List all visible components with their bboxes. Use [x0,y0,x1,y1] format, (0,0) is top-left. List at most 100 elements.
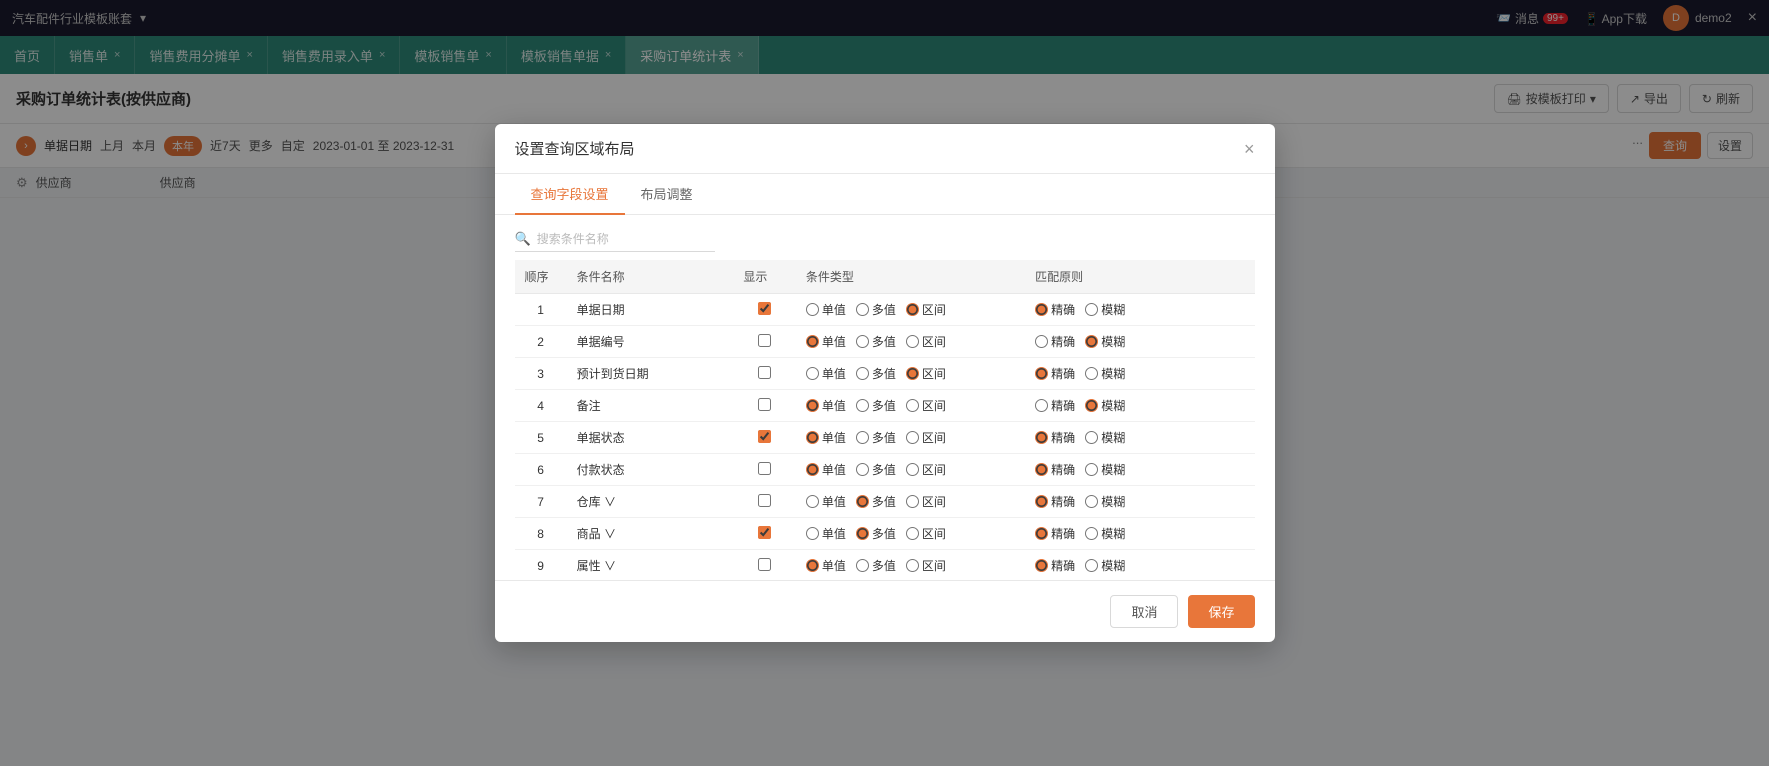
type-radio[interactable] [856,303,869,316]
type-radio[interactable] [856,431,869,444]
match-radio-label[interactable]: 精确 [1035,557,1075,574]
type-radio[interactable] [856,463,869,476]
type-radio-label[interactable]: 区间 [906,397,946,414]
type-radio-label[interactable]: 区间 [906,461,946,478]
type-radio[interactable] [906,495,919,508]
type-radio[interactable] [806,431,819,444]
type-radio[interactable] [906,399,919,412]
match-radio[interactable] [1035,335,1048,348]
match-radio-label[interactable]: 精确 [1035,301,1075,318]
match-radio[interactable] [1035,495,1048,508]
type-radio[interactable] [806,367,819,380]
display-checkbox[interactable] [758,302,771,315]
type-radio[interactable] [856,559,869,572]
type-radio-label[interactable]: 单值 [806,557,846,574]
type-radio-label[interactable]: 区间 [906,493,946,510]
match-radio-label[interactable]: 模糊 [1085,397,1125,414]
match-radio[interactable] [1085,431,1098,444]
type-radio-label[interactable]: 区间 [906,333,946,350]
match-radio-label[interactable]: 模糊 [1085,525,1125,542]
match-radio[interactable] [1085,527,1098,540]
type-radio-label[interactable]: 单值 [806,493,846,510]
match-radio[interactable] [1035,367,1048,380]
display-checkbox[interactable] [758,558,771,571]
match-radio-label[interactable]: 精确 [1035,493,1075,510]
type-radio-label[interactable]: 区间 [906,557,946,574]
type-radio[interactable] [906,463,919,476]
type-radio-label[interactable]: 多值 [856,397,896,414]
dialog-tab-fields[interactable]: 查询字段设置 [515,174,625,215]
display-checkbox[interactable] [758,398,771,411]
type-radio-label[interactable]: 区间 [906,525,946,542]
match-radio-label[interactable]: 模糊 [1085,493,1125,510]
save-button[interactable]: 保存 [1188,595,1254,628]
dialog-tab-layout[interactable]: 布局调整 [625,174,709,215]
type-radio-label[interactable]: 区间 [906,301,946,318]
type-radio-label[interactable]: 区间 [906,365,946,382]
match-radio-label[interactable]: 模糊 [1085,429,1125,446]
type-radio[interactable] [906,335,919,348]
match-radio[interactable] [1085,303,1098,316]
type-radio-label[interactable]: 多值 [856,301,896,318]
type-radio[interactable] [806,303,819,316]
match-radio[interactable] [1085,335,1098,348]
display-checkbox[interactable] [758,462,771,475]
type-radio[interactable] [856,367,869,380]
match-radio[interactable] [1085,399,1098,412]
type-radio-label[interactable]: 多值 [856,493,896,510]
display-checkbox[interactable] [758,334,771,347]
match-radio[interactable] [1035,527,1048,540]
display-checkbox[interactable] [758,430,771,443]
type-radio-label[interactable]: 区间 [906,429,946,446]
type-radio[interactable] [806,463,819,476]
dialog-close-button[interactable]: × [1244,140,1255,158]
type-radio-label[interactable]: 单值 [806,397,846,414]
match-radio-label[interactable]: 模糊 [1085,365,1125,382]
match-radio-label[interactable]: 模糊 [1085,333,1125,350]
type-radio[interactable] [856,399,869,412]
type-radio[interactable] [906,559,919,572]
match-radio[interactable] [1035,431,1048,444]
display-checkbox[interactable] [758,526,771,539]
type-radio-label[interactable]: 单值 [806,461,846,478]
type-radio-label[interactable]: 多值 [856,557,896,574]
type-radio[interactable] [806,559,819,572]
type-radio-label[interactable]: 单值 [806,333,846,350]
match-radio[interactable] [1085,367,1098,380]
type-radio-label[interactable]: 单值 [806,365,846,382]
type-radio-label[interactable]: 单值 [806,429,846,446]
type-radio-label[interactable]: 多值 [856,525,896,542]
match-radio-label[interactable]: 精确 [1035,461,1075,478]
type-radio-label[interactable]: 多值 [856,429,896,446]
type-radio[interactable] [906,367,919,380]
match-radio[interactable] [1085,495,1098,508]
type-radio-label[interactable]: 多值 [856,365,896,382]
match-radio[interactable] [1085,559,1098,572]
match-radio[interactable] [1035,303,1048,316]
match-radio-label[interactable]: 精确 [1035,365,1075,382]
match-radio-label[interactable]: 精确 [1035,397,1075,414]
display-checkbox[interactable] [758,494,771,507]
match-radio[interactable] [1035,463,1048,476]
display-checkbox[interactable] [758,366,771,379]
match-radio-label[interactable]: 模糊 [1085,461,1125,478]
match-radio-label[interactable]: 精确 [1035,333,1075,350]
type-radio[interactable] [856,335,869,348]
type-radio[interactable] [856,527,869,540]
type-radio[interactable] [806,335,819,348]
match-radio-label[interactable]: 模糊 [1085,301,1125,318]
match-radio[interactable] [1035,399,1048,412]
type-radio-label[interactable]: 多值 [856,461,896,478]
type-radio[interactable] [906,303,919,316]
type-radio[interactable] [906,527,919,540]
match-radio-label[interactable]: 精确 [1035,429,1075,446]
match-radio-label[interactable]: 模糊 [1085,557,1125,574]
type-radio[interactable] [806,399,819,412]
match-radio[interactable] [1085,463,1098,476]
type-radio-label[interactable]: 单值 [806,301,846,318]
type-radio[interactable] [856,495,869,508]
type-radio-label[interactable]: 多值 [856,333,896,350]
match-radio[interactable] [1035,559,1048,572]
type-radio[interactable] [806,527,819,540]
cancel-button[interactable]: 取消 [1110,595,1178,628]
